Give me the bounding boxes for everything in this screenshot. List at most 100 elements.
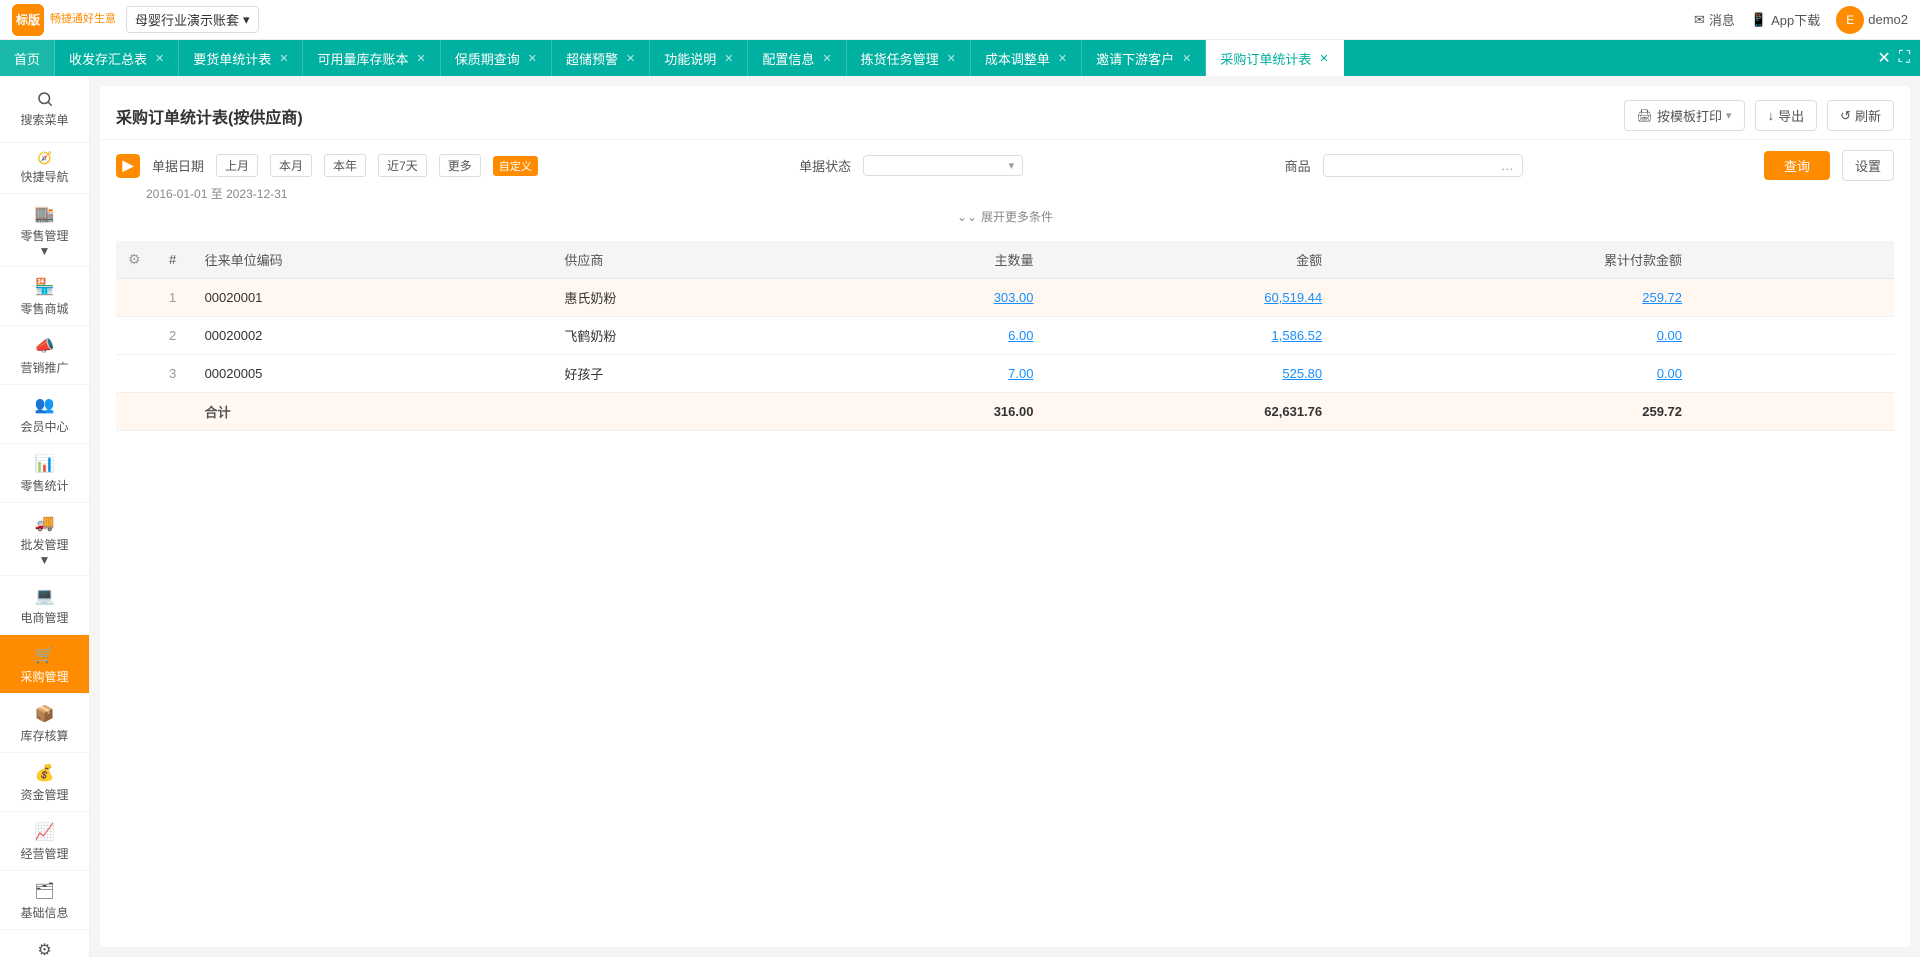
tab-chaoyujing[interactable]: 超储预警 ✕ (552, 40, 650, 76)
tab-close-icon[interactable]: ✕ (626, 52, 635, 65)
filter-expand-button[interactable]: ▶ (116, 154, 140, 178)
table-container: ⚙ # 往来单位编码 供应商 主数量 金额 累计付款金额 (100, 241, 1910, 447)
export-label: 导出 (1778, 106, 1804, 125)
sidebar-item-label: 零售管理 (20, 227, 68, 244)
tab-yaoqingxiayou[interactable]: 邀请下游客户 ✕ (1082, 40, 1206, 76)
sidebar-item-lingshouguan[interactable]: 🏬 零售管理 ▼ (0, 194, 89, 267)
fullscreen-icon[interactable]: ⛶ (1899, 49, 1910, 67)
tab-chengbentiaozhen[interactable]: 成本调整单 ✕ (971, 40, 1082, 76)
date-quick-7days[interactable]: 近7天 (378, 154, 427, 177)
status-filter-select[interactable]: ▾ (863, 155, 1023, 176)
tab-close-icon[interactable]: ✕ (155, 52, 164, 65)
sidebar-item-label: 批发管理 (20, 536, 68, 553)
tab-label: 采购订单统计表 (1220, 49, 1311, 68)
column-settings-icon[interactable]: ⚙ (128, 251, 141, 267)
sidebar-item-jichu[interactable]: 🗂 基础信息 (0, 871, 89, 930)
tab-shoufahuizong[interactable]: 收发存汇总表 ✕ (55, 40, 179, 76)
sidebar-item-zijin[interactable]: 💰 资金管理 (0, 753, 89, 812)
tab-close-icon[interactable]: ✕ (1058, 52, 1067, 65)
refresh-button[interactable]: ↺ 刷新 (1827, 100, 1894, 131)
row-paid-amount[interactable]: 0.00 (1334, 317, 1694, 355)
search-icon (36, 90, 54, 108)
goods-filter-input[interactable]: … (1323, 154, 1523, 177)
tab-close-icon[interactable]: ✕ (947, 52, 956, 65)
date-quick-more[interactable]: 更多 (439, 154, 481, 177)
date-quick-last-month[interactable]: 上月 (216, 154, 258, 177)
avatar-initials: E (1846, 13, 1854, 27)
sidebar-item-label: 营销推广 (20, 359, 68, 376)
sidebar-item-label: 采购管理 (20, 668, 68, 685)
filter-row: ▶ 单据日期 上月 本月 本年 近7天 更多 自定义 单据状态 ▾ 商品 (116, 150, 1894, 181)
tab-close-icon[interactable]: ✕ (417, 52, 426, 65)
search-menu-label: 搜索菜单 (20, 111, 68, 128)
tab-caigoutongji[interactable]: 采购订单统计表 ✕ (1206, 40, 1343, 76)
sidebar-item-pifaguan[interactable]: 🚚 批发管理 ▼ (0, 503, 89, 576)
settings-button[interactable]: 设置 (1842, 150, 1894, 181)
avatar: E (1836, 6, 1864, 34)
search-menu-button[interactable]: 搜索菜单 (8, 86, 81, 132)
row-amount[interactable]: 60,519.44 (1045, 279, 1334, 317)
footer-amount: 62,631.76 (1045, 393, 1334, 431)
print-button[interactable]: 🖨 按模板打印 ▾ (1624, 100, 1745, 131)
sidebar-item-yingxiao[interactable]: 📣 营销推广 (0, 326, 89, 385)
print-label: 按模板打印 (1657, 106, 1722, 125)
row-main-qty[interactable]: 7.00 (821, 355, 1046, 393)
footer-supplier-empty (552, 393, 820, 431)
tab-peizhi[interactable]: 配置信息 ✕ (748, 40, 846, 76)
refresh-label: 刷新 (1855, 106, 1881, 125)
nav-tabs-end: ✕ ⛶ (1877, 48, 1920, 68)
tab-label: 收发存汇总表 (69, 49, 147, 68)
col-supplier: 供应商 (552, 241, 820, 279)
tab-gongneng[interactable]: 功能说明 ✕ (650, 40, 748, 76)
tab-yaohuodan[interactable]: 要货单统计表 ✕ (179, 40, 303, 76)
close-tab-icon[interactable]: ✕ (1877, 48, 1890, 68)
app-download-button[interactable]: 📱 App下载 (1751, 10, 1820, 29)
tab-close-icon[interactable]: ✕ (528, 52, 537, 65)
sidebar-item-caigouguan[interactable]: 🛒 采购管理 (0, 635, 89, 694)
sidebar-item-kucunhe[interactable]: 📦 库存核算 (0, 694, 89, 753)
user-area[interactable]: E demo2 (1836, 6, 1908, 34)
date-quick-this-month[interactable]: 本月 (270, 154, 312, 177)
tab-home[interactable]: 首页 (0, 40, 55, 76)
goods-more-icon[interactable]: … (1501, 158, 1514, 173)
tab-keyongliang[interactable]: 可用量库存账本 ✕ (303, 40, 440, 76)
sidebar-item-lingshoushangcheng[interactable]: 🏪 零售商城 (0, 267, 89, 326)
tab-close-icon[interactable]: ✕ (1319, 52, 1328, 65)
tab-paihuorenwu[interactable]: 拣货任务管理 ✕ (847, 40, 971, 76)
tab-close-icon[interactable]: ✕ (822, 52, 831, 65)
sidebar-item-dianshang[interactable]: 💻 电商管理 (0, 576, 89, 635)
row-main-qty[interactable]: 303.00 (821, 279, 1046, 317)
row-paid-amount[interactable]: 0.00 (1334, 355, 1694, 393)
row-amount[interactable]: 1,586.52 (1045, 317, 1334, 355)
tab-baozhiqi[interactable]: 保质期查询 ✕ (441, 40, 552, 76)
footer-main-qty: 316.00 (821, 393, 1046, 431)
tab-close-icon[interactable]: ✕ (1182, 52, 1191, 65)
sidebar-item-xitong[interactable]: ⚙ 系统管理 (0, 930, 89, 957)
status-filter-label: 单据状态 (799, 156, 851, 175)
base-info-icon: 🗂 (34, 881, 54, 901)
workspace-selector[interactable]: 母婴行业演示账套 ▾ (126, 6, 259, 33)
expand-more-button[interactable]: ⌄⌄ 展开更多条件 (116, 202, 1894, 231)
footer-extra (1694, 393, 1894, 431)
logo-icon: 标版 (12, 4, 44, 36)
tab-label: 要货单统计表 (193, 49, 271, 68)
sidebar-item-jingying[interactable]: 📈 经营管理 (0, 812, 89, 871)
tab-close-icon[interactable]: ✕ (724, 52, 733, 65)
stats-icon: 📊 (35, 454, 55, 474)
quick-nav-button[interactable]: 🧭 快捷导航 (0, 143, 89, 194)
date-quick-this-year[interactable]: 本年 (324, 154, 366, 177)
row-unit-code: 00020005 (193, 355, 553, 393)
sidebar-item-lingshoutongji[interactable]: 📊 零售统计 (0, 444, 89, 503)
row-main-qty[interactable]: 6.00 (821, 317, 1046, 355)
retail-mgmt-icon: 🏬 (35, 204, 55, 224)
message-button[interactable]: ✉ 消息 (1694, 10, 1735, 29)
row-paid-amount[interactable]: 259.72 (1334, 279, 1694, 317)
tab-close-icon[interactable]: ✕ (279, 52, 288, 65)
sidebar-item-huiyuan[interactable]: 👥 会员中心 (0, 385, 89, 444)
query-button[interactable]: 查询 (1764, 151, 1830, 180)
sidebar-search-area: 搜索菜单 (0, 76, 89, 143)
export-button[interactable]: ↓ 导出 (1755, 100, 1818, 131)
row-amount[interactable]: 525.80 (1045, 355, 1334, 393)
print-icon: 🖨 (1637, 108, 1654, 124)
row-settings-cell (116, 355, 153, 393)
